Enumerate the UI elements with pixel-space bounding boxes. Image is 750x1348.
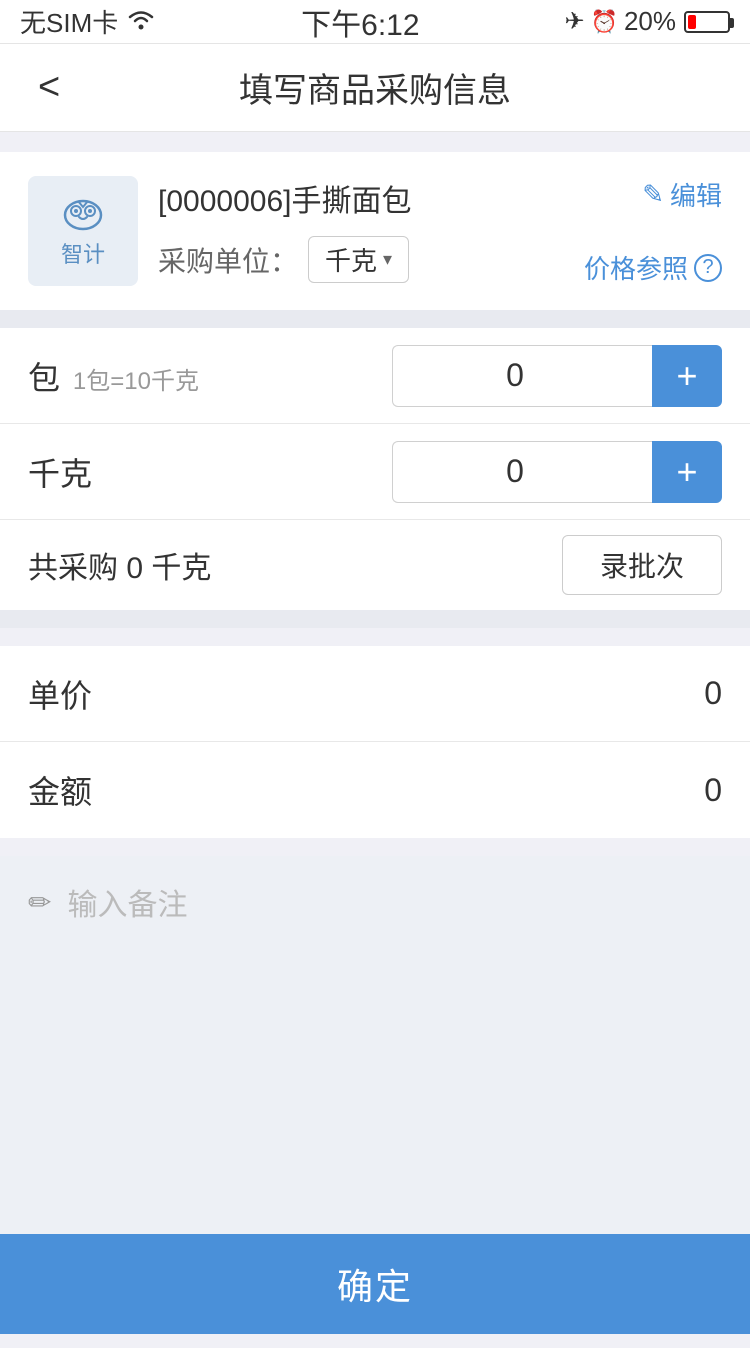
- edit-button[interactable]: ✎ 编辑: [642, 176, 722, 213]
- status-right: ✈ ⏰ 20%: [564, 6, 730, 37]
- kg-label: 千克: [28, 449, 148, 495]
- confirm-button[interactable]: 确定: [0, 1234, 750, 1334]
- kg-plus-button[interactable]: +: [652, 441, 722, 503]
- page-title: 填写商品采购信息: [239, 63, 511, 112]
- unit-price-value: 0: [704, 675, 722, 712]
- kg-input[interactable]: [392, 441, 652, 503]
- product-thumbnail: 智计: [28, 176, 138, 286]
- unit-value: 千克: [325, 241, 377, 278]
- remark-placeholder: 输入备注: [67, 880, 187, 924]
- bao-plus-button[interactable]: +: [652, 345, 722, 407]
- record-batch-button[interactable]: 录批次: [562, 535, 722, 595]
- battery-icon: [684, 11, 730, 33]
- location-icon: ✈: [564, 7, 584, 36]
- bao-input[interactable]: [392, 345, 652, 407]
- bao-input-row: 包 1包=10千克 +: [0, 328, 750, 424]
- input-section: 包 1包=10千克 + 千克 +: [0, 328, 750, 520]
- amount-label: 金额: [28, 767, 92, 813]
- carrier-text: 无SIM卡: [20, 3, 118, 40]
- alarm-icon: ⏰: [591, 9, 618, 35]
- thumbnail-label: 智计: [61, 237, 105, 269]
- battery-percent: 20%: [624, 6, 676, 37]
- kg-input-wrap: +: [168, 441, 722, 503]
- nav-bar: < 填写商品采购信息: [0, 44, 750, 132]
- bao-label-text: 包: [28, 360, 60, 396]
- back-button[interactable]: <: [28, 56, 70, 119]
- unit-label: 采购单位：: [158, 240, 298, 280]
- owl-icon: [58, 193, 108, 233]
- product-name: [0000006]手撕面包: [158, 176, 722, 220]
- wifi-icon: [126, 6, 156, 37]
- edit-icon: ✎: [642, 179, 664, 210]
- total-row: 共采购 0 千克 录批次: [0, 520, 750, 610]
- unit-select-arrow: ▾: [383, 249, 392, 270]
- remark-section[interactable]: ✏ 输入备注: [0, 856, 750, 948]
- divider-1: [0, 310, 750, 328]
- pencil-icon: ✏: [28, 886, 51, 919]
- status-bar: 无SIM卡 下午6:12 ✈ ⏰ 20%: [0, 0, 750, 44]
- amount-row: 金额 0: [0, 742, 750, 838]
- price-ref-help-icon: ?: [694, 254, 722, 282]
- unit-price-label: 单价: [28, 671, 92, 717]
- edit-label: 编辑: [670, 176, 722, 213]
- price-ref-label: 价格参照: [584, 249, 688, 286]
- kg-input-row: 千克 +: [0, 424, 750, 520]
- unit-select[interactable]: 千克 ▾: [308, 236, 409, 283]
- bao-input-wrap: +: [219, 345, 722, 407]
- amount-value: 0: [704, 772, 722, 809]
- status-time: 下午6:12: [301, 0, 419, 44]
- price-ref-button[interactable]: 价格参照 ?: [584, 249, 722, 286]
- bao-label: 包 1包=10千克: [28, 353, 199, 399]
- content-spacer: [0, 948, 750, 1248]
- bao-hint: 1包=10千克: [73, 368, 199, 395]
- divider-2: [0, 610, 750, 628]
- price-info-section: 单价 0 金额 0: [0, 646, 750, 838]
- product-card: 智计 [0000006]手撕面包 采购单位： 千克 ▾ ✎ 编辑 价格参照 ?: [0, 152, 750, 310]
- unit-price-row: 单价 0: [0, 646, 750, 742]
- total-label: 共采购 0 千克: [28, 543, 211, 587]
- status-left: 无SIM卡: [20, 3, 156, 40]
